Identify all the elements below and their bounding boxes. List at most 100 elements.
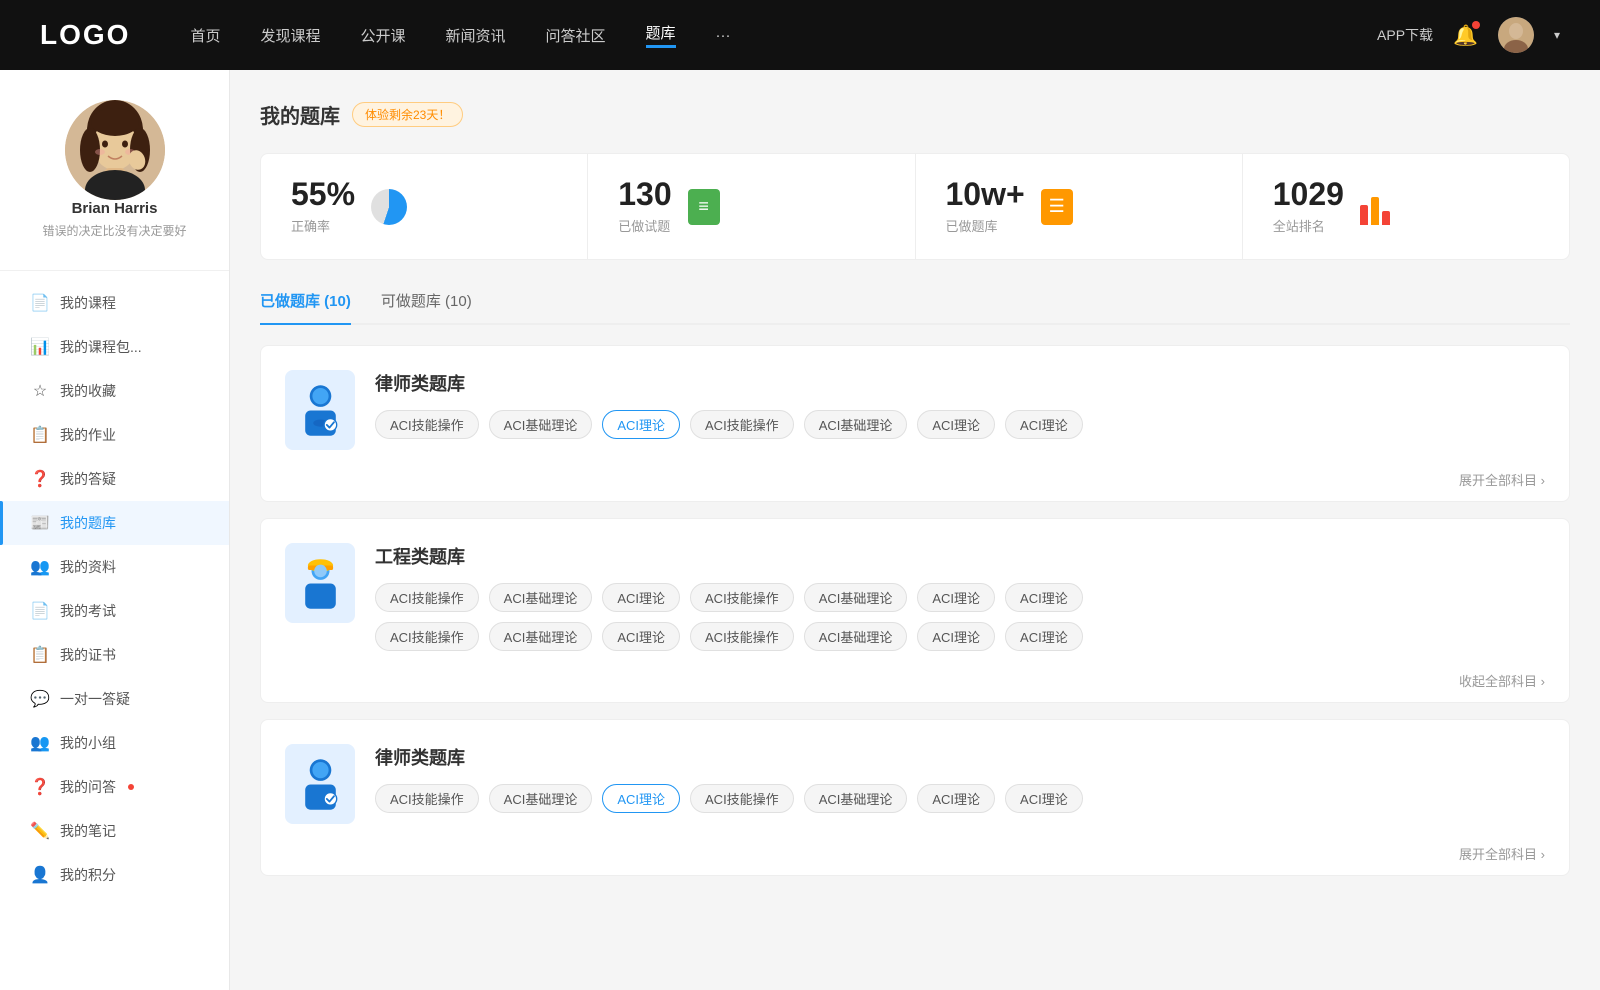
bank-card-0: 律师类题库 ACI技能操作 ACI基础理论 ACI理论 ACI技能操作 ACI基… [260,345,1570,502]
stat-value-done-q: 130 [618,178,671,210]
stat-value-done-b: 10w+ [946,178,1025,210]
my-notes-icon: ✏️ [30,821,50,841]
notification-bell[interactable]: 🔔 [1453,23,1478,48]
tag-1r2-6[interactable]: ACI理论 [1005,622,1083,651]
tag-2-2[interactable]: ACI理论 [602,784,680,813]
nav-more[interactable]: ··· [716,27,731,44]
nav-bank[interactable]: 题库 [646,22,676,48]
expand-link-1[interactable]: 收起全部科目 › [1459,671,1545,690]
sidebar-item-my-questions[interactable]: ❓ 我的问答 [0,765,229,809]
stat-label-done-q: 已做试题 [618,216,671,235]
tag-0-0[interactable]: ACI技能操作 [375,410,479,439]
main-content: 我的题库 体验剩余23天！ 55% 正确率 130 已做试题 ≡ [230,70,1600,990]
sidebar-item-my-exam[interactable]: 📄 我的考试 [0,589,229,633]
tag-0-4[interactable]: ACI基础理论 [804,410,908,439]
bank-card-info-0: 律师类题库 ACI技能操作 ACI基础理论 ACI理论 ACI技能操作 ACI基… [375,370,1545,439]
logo: LOGO [40,19,130,51]
questions-dot [128,784,134,790]
user-dropdown-arrow[interactable]: ▾ [1554,28,1560,42]
tag-2-6[interactable]: ACI理论 [1005,784,1083,813]
my-questions-icon: ❓ [30,777,50,797]
my-group-icon: 👥 [30,733,50,753]
tag-1-0[interactable]: ACI技能操作 [375,583,479,612]
tabs-row: 已做题库 (10) 可做题库 (10) [260,290,1570,325]
my-bank-icon: 📰 [30,513,50,533]
tag-1-6[interactable]: ACI理论 [1005,583,1083,612]
my-qa-icon: ❓ [30,469,50,489]
sidebar: Brian Harris 错误的决定比没有决定要好 📄 我的课程 📊 我的课程包… [0,70,230,990]
sidebar-item-my-data[interactable]: 👥 我的资料 [0,545,229,589]
tab-available-banks[interactable]: 可做题库 (10) [381,290,472,323]
sidebar-item-my-qa[interactable]: ❓ 我的答疑 [0,457,229,501]
sidebar-item-my-points[interactable]: 👤 我的积分 [0,853,229,897]
my-exam-icon: 📄 [30,601,50,621]
app-download-button[interactable]: APP下载 [1377,25,1433,45]
tag-2-4[interactable]: ACI基础理论 [804,784,908,813]
tag-1r2-3[interactable]: ACI技能操作 [690,622,794,651]
bank-card-title-1: 工程类题库 [375,543,1545,569]
tag-0-2[interactable]: ACI理论 [602,410,680,439]
tag-1-2[interactable]: ACI理论 [602,583,680,612]
bank-card-2: 律师类题库 ACI技能操作 ACI基础理论 ACI理论 ACI技能操作 ACI基… [260,719,1570,876]
nav-news[interactable]: 新闻资讯 [446,25,506,46]
tag-1-5[interactable]: ACI理论 [917,583,995,612]
bar3 [1382,211,1390,225]
stat-value-correct: 55% [291,178,355,210]
stat-icon-list: ☰ [1041,189,1073,225]
stat-correct-rate: 55% 正确率 [261,154,588,259]
tag-1r2-2[interactable]: ACI理论 [602,622,680,651]
tag-1-4[interactable]: ACI基础理论 [804,583,908,612]
nav-open-course[interactable]: 公开课 [360,25,405,46]
bank-tags-1-row2: ACI技能操作 ACI基础理论 ACI理论 ACI技能操作 ACI基础理论 AC… [375,622,1545,651]
my-course-icon: 📄 [30,293,50,313]
profile-avatar [65,100,165,200]
nav-qa[interactable]: 问答社区 [546,25,606,46]
navbar: LOGO 首页 发现课程 公开课 新闻资讯 问答社区 题库 ··· APP下载 … [0,0,1600,70]
navbar-right: APP下载 🔔 ▾ [1377,17,1560,53]
tag-1-3[interactable]: ACI技能操作 [690,583,794,612]
tab-done-banks[interactable]: 已做题库 (10) [260,290,351,323]
expand-link-0[interactable]: 展开全部科目 › [1459,470,1545,489]
sidebar-item-my-course[interactable]: 📄 我的课程 [0,281,229,325]
sidebar-item-homework[interactable]: 📋 我的作业 [0,413,229,457]
tag-1-1[interactable]: ACI基础理论 [489,583,593,612]
tag-0-5[interactable]: ACI理论 [917,410,995,439]
user-avatar[interactable] [1498,17,1534,53]
tag-2-1[interactable]: ACI基础理论 [489,784,593,813]
sidebar-item-my-group[interactable]: 👥 我的小组 [0,721,229,765]
nav-menu: 首页 发现课程 公开课 新闻资讯 问答社区 题库 ··· [190,22,1377,48]
page-title: 我的题库 [260,100,340,129]
profile-motto: 错误的决定比没有决定要好 [42,223,186,240]
notification-dot [1472,21,1480,29]
nav-home[interactable]: 首页 [190,25,220,46]
sidebar-item-favorites[interactable]: ☆ 我的收藏 [0,369,229,413]
sidebar-item-my-cert[interactable]: 📋 我的证书 [0,633,229,677]
stat-done-questions: 130 已做试题 ≡ [588,154,915,259]
stat-label-done-b: 已做题库 [946,216,1025,235]
stat-icon-doc: ≡ [688,189,720,225]
expand-link-2[interactable]: 展开全部科目 › [1459,844,1545,863]
tag-0-3[interactable]: ACI技能操作 [690,410,794,439]
stat-label-rank: 全站排名 [1273,216,1344,235]
tag-2-5[interactable]: ACI理论 [917,784,995,813]
bank-card-icon-1 [285,543,355,623]
tag-0-6[interactable]: ACI理论 [1005,410,1083,439]
tag-1r2-1[interactable]: ACI基础理论 [489,622,593,651]
tag-1r2-0[interactable]: ACI技能操作 [375,622,479,651]
course-package-icon: 📊 [30,337,50,357]
tag-2-0[interactable]: ACI技能操作 [375,784,479,813]
bar1 [1360,205,1368,225]
sidebar-item-course-package[interactable]: 📊 我的课程包... [0,325,229,369]
tag-1r2-4[interactable]: ACI基础理论 [804,622,908,651]
bank-card-info-2: 律师类题库 ACI技能操作 ACI基础理论 ACI理论 ACI技能操作 ACI基… [375,744,1545,813]
bank-tags-1-row1: ACI技能操作 ACI基础理论 ACI理论 ACI技能操作 ACI基础理论 AC… [375,583,1545,612]
tag-1r2-5[interactable]: ACI理论 [917,622,995,651]
tag-0-1[interactable]: ACI基础理论 [489,410,593,439]
nav-discover[interactable]: 发现课程 [260,25,320,46]
sidebar-item-one-on-one[interactable]: 💬 一对一答疑 [0,677,229,721]
sidebar-item-my-notes[interactable]: ✏️ 我的笔记 [0,809,229,853]
bank-card-icon-2 [285,744,355,824]
tag-2-3[interactable]: ACI技能操作 [690,784,794,813]
stat-label-correct: 正确率 [291,216,355,235]
sidebar-item-my-bank[interactable]: 📰 我的题库 [0,501,229,545]
